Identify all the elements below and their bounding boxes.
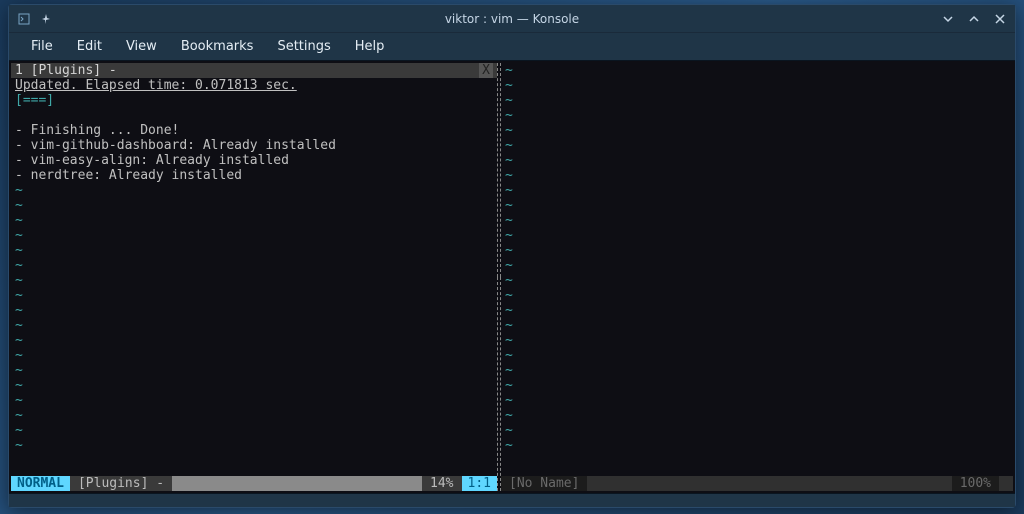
buffer-line: - vim-easy-align: Already installed: [11, 153, 497, 168]
tilde-line: ~: [11, 393, 497, 408]
tilde-line: ~: [501, 318, 1013, 333]
statusline-spacer: [587, 476, 951, 491]
right-pane[interactable]: ~~~~~~~~~~~~~~~~~~~~~~~~~~ [No Name] 100…: [501, 63, 1013, 491]
tilde-line: ~: [501, 378, 1013, 393]
buffer-close-button[interactable]: X: [479, 63, 493, 78]
buffer-header: 1 [Plugins] - X: [11, 63, 497, 78]
tilde-line: ~: [501, 183, 1013, 198]
editor-area: 1 [Plugins] - X Updated. Elapsed time: 0…: [11, 63, 1013, 491]
tilde-line: ~: [11, 438, 497, 453]
menu-file[interactable]: File: [21, 35, 63, 58]
tilde-line: ~: [501, 393, 1013, 408]
tilde-line: ~: [501, 273, 1013, 288]
tilde-line: ~: [501, 63, 1013, 78]
percent-indicator: 100%: [952, 476, 999, 491]
tilde-line: ~: [501, 423, 1013, 438]
tilde-line: ~: [11, 198, 497, 213]
position-indicator: 1:1: [462, 476, 497, 491]
statusline-spacer: [172, 476, 422, 491]
empty-lines: ~~~~~~~~~~~~~~~~~~: [11, 183, 497, 476]
tilde-line: ~: [11, 183, 497, 198]
tilde-line: ~: [11, 378, 497, 393]
statusline-left: NORMAL [Plugins] - 14% 1:1: [11, 476, 497, 491]
progress-indicator: [===]: [11, 93, 497, 108]
tilde-line: ~: [501, 243, 1013, 258]
tilde-line: ~: [501, 288, 1013, 303]
tilde-line: ~: [501, 168, 1013, 183]
tilde-line: ~: [11, 303, 497, 318]
file-name-indicator: [Plugins] -: [70, 476, 172, 491]
tilde-line: ~: [501, 78, 1013, 93]
tilde-line: ~: [501, 348, 1013, 363]
tilde-line: ~: [501, 123, 1013, 138]
pin-icon[interactable]: [39, 12, 53, 26]
tilde-line: ~: [501, 138, 1013, 153]
tilde-line: ~: [501, 213, 1013, 228]
tilde-line: ~: [501, 363, 1013, 378]
tilde-line: ~: [11, 348, 497, 363]
tilde-line: ~: [501, 93, 1013, 108]
buffer-line: [11, 108, 497, 123]
tilde-line: ~: [501, 198, 1013, 213]
buffer-line: - vim-github-dashboard: Already installe…: [11, 138, 497, 153]
tilde-line: ~: [11, 408, 497, 423]
tilde-line: ~: [11, 288, 497, 303]
buffer-header-text: 1 [Plugins] -: [15, 63, 117, 78]
update-status: Updated. Elapsed time: 0.071813 sec.: [11, 78, 497, 93]
tilde-line: ~: [11, 333, 497, 348]
file-name-indicator: [No Name]: [501, 476, 587, 491]
bottom-bar: [9, 493, 1015, 507]
tilde-line: ~: [501, 303, 1013, 318]
tilde-line: ~: [11, 228, 497, 243]
terminal-area[interactable]: 1 [Plugins] - X Updated. Elapsed time: 0…: [9, 61, 1015, 493]
left-pane[interactable]: 1 [Plugins] - X Updated. Elapsed time: 0…: [11, 63, 497, 491]
tilde-line: ~: [501, 108, 1013, 123]
tilde-line: ~: [501, 333, 1013, 348]
menu-edit[interactable]: Edit: [67, 35, 112, 58]
empty-lines: ~~~~~~~~~~~~~~~~~~~~~~~~~~: [501, 63, 1013, 476]
tilde-line: ~: [11, 273, 497, 288]
statusline-end: [999, 476, 1013, 491]
app-icon: [17, 12, 31, 26]
tilde-line: ~: [501, 408, 1013, 423]
konsole-window: viktor : vim — Konsole File Edit View Bo…: [8, 4, 1016, 508]
menu-settings[interactable]: Settings: [267, 35, 340, 58]
window-title: viktor : vim — Konsole: [9, 12, 1015, 26]
percent-indicator: 14%: [422, 476, 461, 491]
menu-help[interactable]: Help: [345, 35, 395, 58]
tilde-line: ~: [501, 228, 1013, 243]
menubar: File Edit View Bookmarks Settings Help: [9, 33, 1015, 61]
tilde-line: ~: [11, 258, 497, 273]
tilde-line: ~: [501, 438, 1013, 453]
minimize-button[interactable]: [941, 12, 955, 26]
buffer-line: - nerdtree: Already installed: [11, 168, 497, 183]
mode-indicator: NORMAL: [11, 476, 70, 491]
titlebar: viktor : vim — Konsole: [9, 5, 1015, 33]
tilde-line: ~: [11, 243, 497, 258]
tilde-line: ~: [11, 213, 497, 228]
maximize-button[interactable]: [967, 12, 981, 26]
close-button[interactable]: [993, 12, 1007, 26]
tilde-line: ~: [11, 363, 497, 378]
tilde-line: ~: [501, 153, 1013, 168]
menu-view[interactable]: View: [116, 35, 167, 58]
menu-bookmarks[interactable]: Bookmarks: [171, 35, 264, 58]
statusline-right: [No Name] 100%: [501, 476, 1013, 491]
tilde-line: ~: [501, 258, 1013, 273]
tilde-line: ~: [11, 423, 497, 438]
tilde-line: ~: [11, 318, 497, 333]
buffer-line: - Finishing ... Done!: [11, 123, 497, 138]
